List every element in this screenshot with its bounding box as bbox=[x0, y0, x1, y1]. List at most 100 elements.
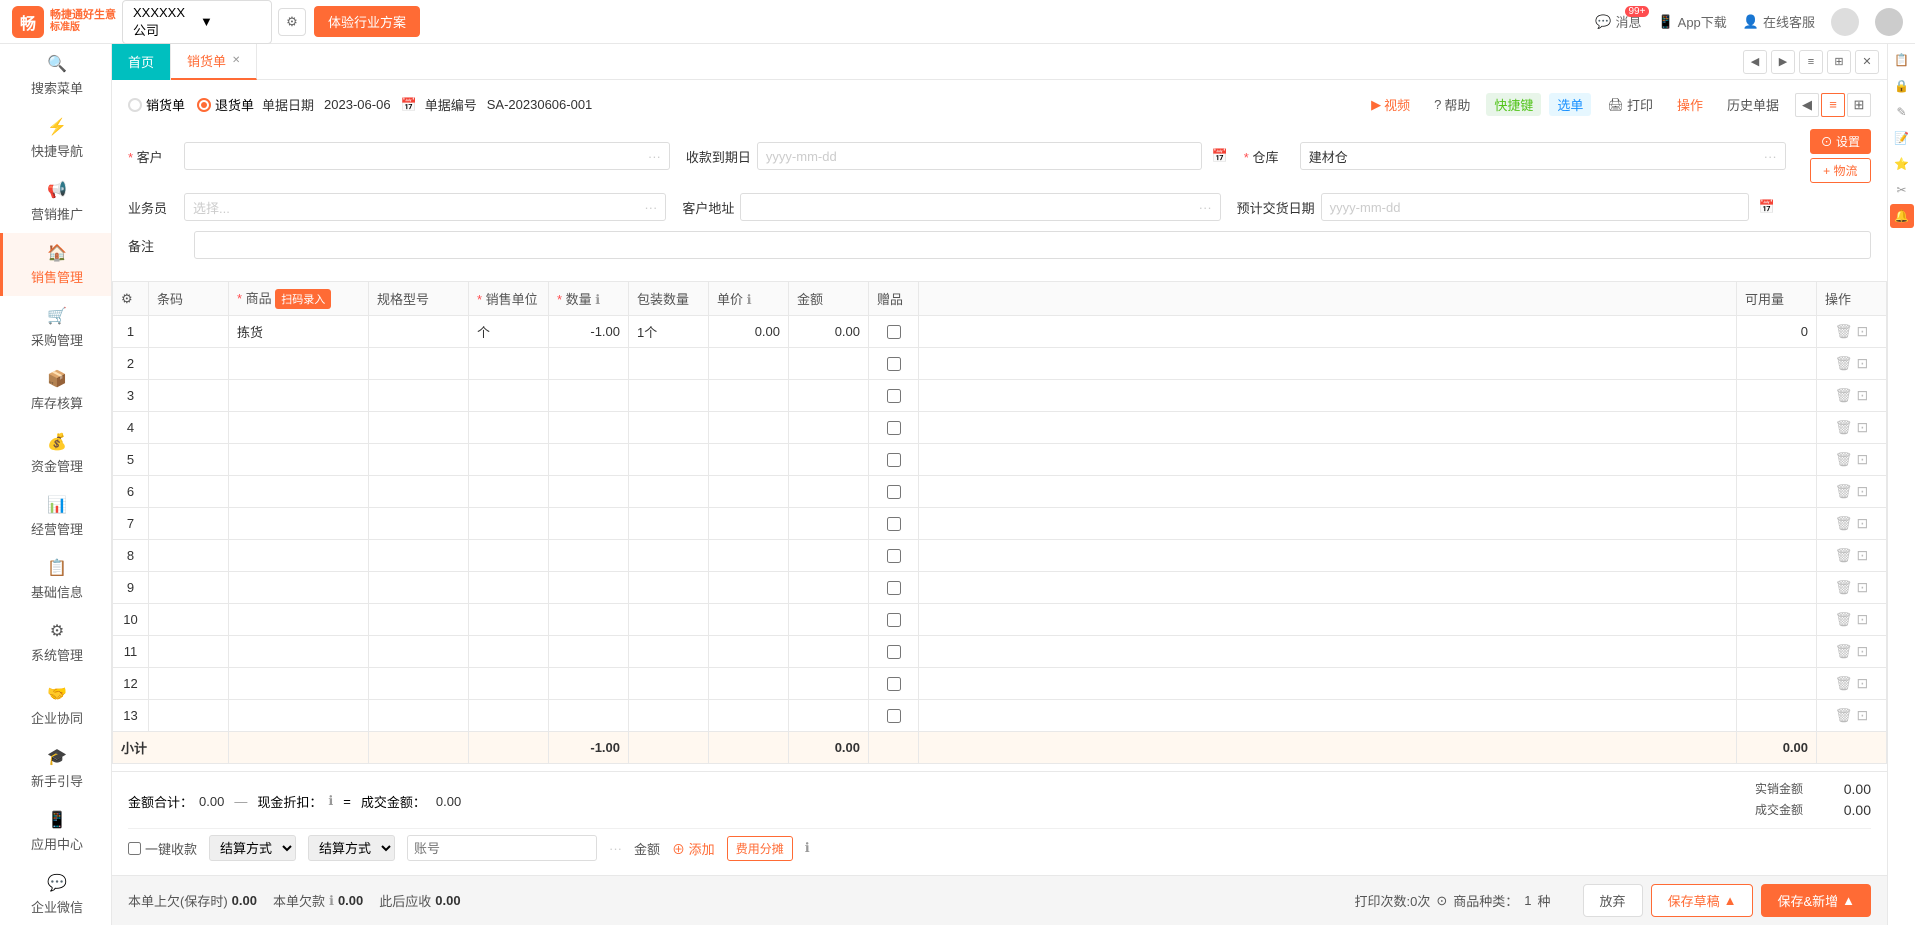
row-barcode-5[interactable] bbox=[149, 444, 229, 476]
row-price-4[interactable] bbox=[709, 412, 789, 444]
row-spec-1[interactable] bbox=[369, 316, 469, 348]
row-pkg-8[interactable] bbox=[629, 540, 709, 572]
salesperson-dots[interactable]: ··· bbox=[644, 200, 657, 215]
row-gift-check-9[interactable] bbox=[887, 581, 901, 595]
price-info-icon[interactable]: ℹ bbox=[747, 292, 752, 307]
row-gift-1[interactable] bbox=[869, 316, 919, 348]
row-spec-3[interactable] bbox=[369, 380, 469, 412]
calendar-icon[interactable]: 📅 bbox=[401, 97, 417, 113]
tab-close-icon[interactable]: ✕ bbox=[232, 55, 240, 66]
row-spec-2[interactable] bbox=[369, 348, 469, 380]
row-barcode-4[interactable] bbox=[149, 412, 229, 444]
row-spec-9[interactable] bbox=[369, 572, 469, 604]
row-unit-4[interactable] bbox=[469, 412, 549, 444]
note-input[interactable] bbox=[194, 231, 1871, 259]
one-click-check[interactable] bbox=[128, 842, 141, 855]
row-delete-3[interactable]: 🗑 bbox=[1835, 387, 1853, 404]
row-gift-check-12[interactable] bbox=[887, 677, 901, 691]
row-gift-3[interactable] bbox=[869, 380, 919, 412]
row-unit-6[interactable] bbox=[469, 476, 549, 508]
row-qty-9[interactable] bbox=[549, 572, 629, 604]
row-spec-7[interactable] bbox=[369, 508, 469, 540]
row-qty-5[interactable] bbox=[549, 444, 629, 476]
row-unit-13[interactable] bbox=[469, 700, 549, 732]
row-gift-check-13[interactable] bbox=[887, 709, 901, 723]
customer-addr-input[interactable]: ··· bbox=[740, 193, 1220, 221]
sidebar-item-sales[interactable]: 🏠 销售管理 bbox=[0, 233, 111, 296]
row-gift-check-7[interactable] bbox=[887, 517, 901, 531]
row-copy-10[interactable]: ⊡ bbox=[1857, 611, 1869, 628]
tab-action-list[interactable]: ≡ bbox=[1799, 50, 1823, 74]
tab-home[interactable]: 首页 bbox=[112, 44, 171, 80]
sidebar-item-coop[interactable]: 🤝 企业协同 bbox=[0, 674, 111, 737]
row-amount-8[interactable] bbox=[789, 540, 869, 572]
row-gift-13[interactable] bbox=[869, 700, 919, 732]
row-amount-5[interactable] bbox=[789, 444, 869, 476]
row-gift-6[interactable] bbox=[869, 476, 919, 508]
row-product-7[interactable] bbox=[229, 508, 369, 540]
row-spec-12[interactable] bbox=[369, 668, 469, 700]
row-unit-12[interactable] bbox=[469, 668, 549, 700]
row-product-1[interactable]: 拣货 bbox=[229, 316, 369, 348]
discount-info-icon[interactable]: ℹ bbox=[328, 793, 333, 809]
sidebar-item-shortcut[interactable]: ⚡ 快捷导航 bbox=[0, 107, 111, 170]
right-panel-btn-1[interactable]: 📋 bbox=[1890, 48, 1914, 72]
fee-info-icon[interactable]: ℹ bbox=[805, 840, 810, 856]
toolbar-shortcut[interactable]: 快捷键 bbox=[1486, 93, 1541, 116]
row-unit-7[interactable] bbox=[469, 508, 549, 540]
row-copy-13[interactable]: ⊡ bbox=[1857, 707, 1869, 724]
row-gift-check-10[interactable] bbox=[887, 613, 901, 627]
toolbar-select[interactable]: 选单 bbox=[1549, 93, 1591, 116]
right-panel-btn-5[interactable]: ⭐ bbox=[1890, 152, 1914, 176]
row-delete-2[interactable]: 🗑 bbox=[1835, 355, 1853, 372]
row-qty-12[interactable] bbox=[549, 668, 629, 700]
right-panel-btn-3[interactable]: ✎ bbox=[1890, 100, 1914, 124]
row-price-10[interactable] bbox=[709, 604, 789, 636]
row-pkg-7[interactable] bbox=[629, 508, 709, 540]
row-spec-13[interactable] bbox=[369, 700, 469, 732]
sidebar-item-inventory[interactable]: 📦 库存核算 bbox=[0, 359, 111, 422]
row-barcode-11[interactable] bbox=[149, 636, 229, 668]
row-copy-1[interactable]: ⊡ bbox=[1857, 323, 1869, 340]
toolbar-operate[interactable]: 操作 bbox=[1669, 92, 1711, 117]
customer-input[interactable]: ··· bbox=[184, 142, 670, 170]
row-delete-10[interactable]: 🗑 bbox=[1835, 611, 1853, 628]
row-delete-1[interactable]: 🗑 bbox=[1835, 323, 1853, 340]
row-gift-11[interactable] bbox=[869, 636, 919, 668]
account-input[interactable] bbox=[407, 835, 597, 861]
row-barcode-10[interactable] bbox=[149, 604, 229, 636]
settings-button[interactable]: ⊙ 设置 bbox=[1810, 129, 1871, 154]
row-spec-6[interactable] bbox=[369, 476, 469, 508]
row-unit-1[interactable]: 个 bbox=[469, 316, 549, 348]
row-copy-12[interactable]: ⊡ bbox=[1857, 675, 1869, 692]
row-amount-11[interactable] bbox=[789, 636, 869, 668]
row-copy-9[interactable]: ⊡ bbox=[1857, 579, 1869, 596]
row-copy-8[interactable]: ⊡ bbox=[1857, 547, 1869, 564]
settings-icon[interactable]: ⚙ bbox=[278, 8, 306, 36]
row-price-13[interactable] bbox=[709, 700, 789, 732]
row-barcode-7[interactable] bbox=[149, 508, 229, 540]
row-gift-check-5[interactable] bbox=[887, 453, 901, 467]
sidebar-item-search[interactable]: 🔍 搜索菜单 bbox=[0, 44, 111, 107]
row-gift-10[interactable] bbox=[869, 604, 919, 636]
row-price-12[interactable] bbox=[709, 668, 789, 700]
app-download-button[interactable]: 📱 App下载 bbox=[1657, 12, 1726, 31]
user-icon[interactable] bbox=[1875, 8, 1903, 36]
sidebar-item-wechat[interactable]: 💬 企业微信 bbox=[0, 863, 111, 925]
row-gift-8[interactable] bbox=[869, 540, 919, 572]
toolbar-history[interactable]: 历史单据 bbox=[1719, 92, 1787, 117]
row-pkg-12[interactable] bbox=[629, 668, 709, 700]
row-copy-2[interactable]: ⊡ bbox=[1857, 355, 1869, 372]
sidebar-item-purchase[interactable]: 🛒 采购管理 bbox=[0, 296, 111, 359]
sidebar-item-operation[interactable]: 📊 经营管理 bbox=[0, 485, 111, 548]
one-click-checkbox[interactable]: 一键收款 bbox=[128, 839, 197, 858]
row-amount-9[interactable] bbox=[789, 572, 869, 604]
company-selector[interactable]: XXXXXX公司 ▼ bbox=[122, 0, 272, 44]
row-qty-6[interactable] bbox=[549, 476, 629, 508]
row-gift-7[interactable] bbox=[869, 508, 919, 540]
row-product-11[interactable] bbox=[229, 636, 369, 668]
th-settings[interactable]: ⚙ bbox=[113, 282, 149, 316]
row-qty-7[interactable] bbox=[549, 508, 629, 540]
row-gift-2[interactable] bbox=[869, 348, 919, 380]
qty-info-icon[interactable]: ℹ bbox=[595, 292, 600, 307]
